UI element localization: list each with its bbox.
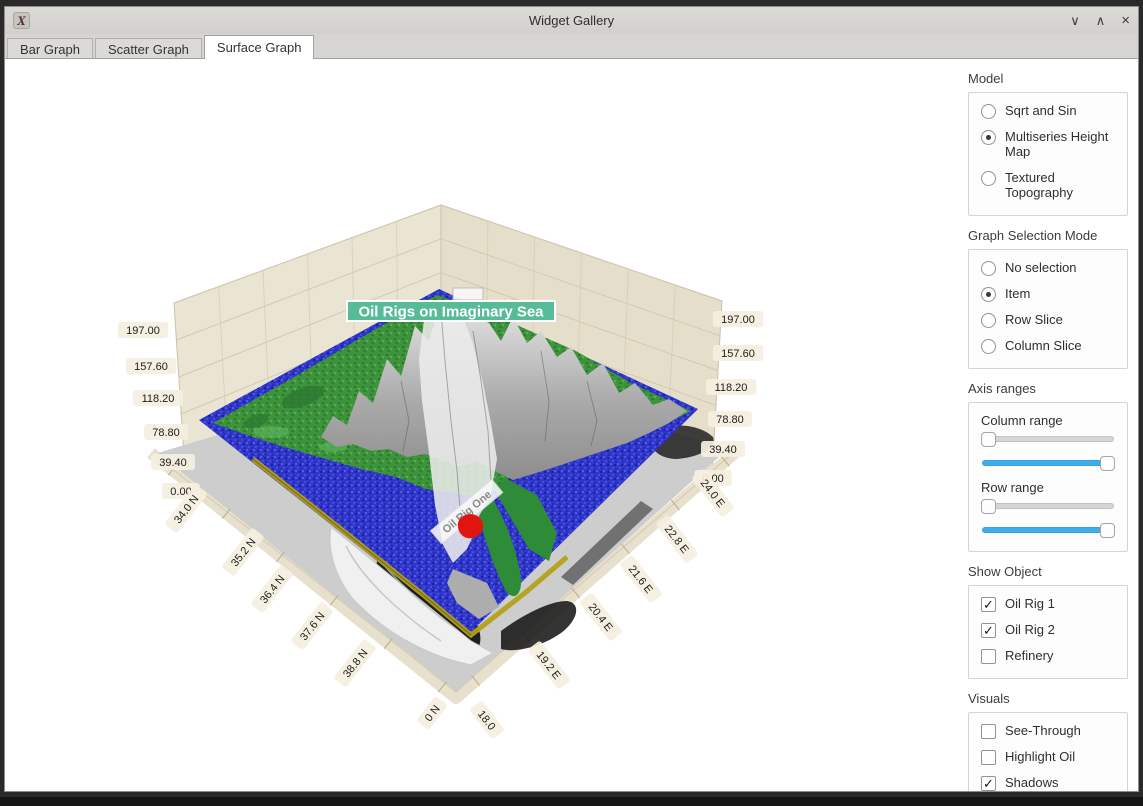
checkbox-oil-rig-2[interactable]: ✓ Oil Rig 2 bbox=[981, 622, 1117, 638]
svg-text:39.40: 39.40 bbox=[159, 457, 187, 469]
slider-handle[interactable] bbox=[1100, 456, 1115, 471]
slider-handle[interactable] bbox=[981, 432, 996, 447]
close-icon[interactable]: × bbox=[1121, 13, 1130, 28]
radio-row-slice[interactable]: Row Slice bbox=[981, 312, 1117, 328]
show-object-groupbox: ✓ Oil Rig 1 ✓ Oil Rig 2 Refinery bbox=[968, 585, 1128, 679]
svg-text:197.00: 197.00 bbox=[126, 325, 160, 337]
show-object-group-label: Show Object bbox=[968, 564, 1128, 579]
checkbox-icon-checked[interactable]: ✓ bbox=[981, 597, 996, 612]
value-axis-label: 78.80 bbox=[144, 424, 188, 440]
column-axis-label: 22.8 E bbox=[655, 514, 699, 564]
slider-handle[interactable] bbox=[981, 499, 996, 514]
checkbox-shadows[interactable]: ✓ Shadows bbox=[981, 775, 1117, 791]
column-range-label: Column range bbox=[981, 413, 1117, 428]
row-axis-label: 38.8 N bbox=[333, 638, 377, 688]
window-title: Widget Gallery bbox=[5, 13, 1138, 28]
svg-text:118.20: 118.20 bbox=[142, 393, 175, 405]
checkbox-oil-rig-1[interactable]: ✓ Oil Rig 1 bbox=[981, 596, 1117, 612]
value-axis-label: 157.60 bbox=[126, 358, 176, 374]
checkbox-icon[interactable] bbox=[981, 649, 996, 664]
maximize-icon[interactable]: ∧ bbox=[1096, 14, 1106, 27]
visuals-groupbox: See-Through Highlight Oil ✓ Shadows bbox=[968, 712, 1128, 791]
visuals-group-label: Visuals bbox=[968, 691, 1128, 706]
column-axis-label: 18.0 bbox=[469, 700, 505, 739]
svg-text:157.60: 157.60 bbox=[721, 348, 755, 360]
column-axis-label: 21.6 E bbox=[619, 554, 663, 604]
slider-track[interactable] bbox=[982, 460, 1114, 466]
svg-text:39.40: 39.40 bbox=[709, 444, 737, 456]
column-axis-label: 20.4 E bbox=[579, 592, 623, 642]
checkbox-icon-checked[interactable]: ✓ bbox=[981, 776, 996, 791]
controls-sidebar: Model Sqrt and Sin Multiseries Height Ma… bbox=[966, 59, 1138, 791]
row-axis-label: 36.4 N bbox=[250, 564, 294, 614]
checkbox-icon[interactable] bbox=[981, 750, 996, 765]
radio-icon-selected[interactable] bbox=[981, 130, 996, 145]
axis-ranges-group-label: Axis ranges bbox=[968, 381, 1128, 396]
radio-icon[interactable] bbox=[981, 171, 996, 186]
row-axis-label: 0 N bbox=[416, 696, 448, 730]
radio-icon-selected[interactable] bbox=[981, 287, 996, 302]
model-groupbox: Sqrt and Sin Multiseries Height Map Text… bbox=[968, 92, 1128, 216]
slider-track[interactable] bbox=[982, 527, 1114, 533]
radio-icon[interactable] bbox=[981, 104, 996, 119]
radio-item[interactable]: Item bbox=[981, 286, 1117, 302]
checkbox-refinery[interactable]: Refinery bbox=[981, 648, 1117, 664]
column-axis-label: 19.2 E bbox=[527, 640, 571, 690]
value-axis-label: 197.00 bbox=[713, 311, 763, 327]
value-axis-label: 118.20 bbox=[133, 390, 183, 406]
value-axis-label: 78.80 bbox=[708, 411, 752, 427]
graph-title-text: Oil Rigs on Imaginary Sea bbox=[358, 304, 544, 321]
radio-icon[interactable] bbox=[981, 339, 996, 354]
graph-title: Oil Rigs on Imaginary Sea bbox=[347, 301, 555, 321]
hidden-label-fragment bbox=[453, 288, 483, 300]
tab-content: Oil Rigs on Imaginary Sea Oil Rig One 19… bbox=[5, 59, 1138, 791]
value-axis-label: 157.60 bbox=[713, 345, 763, 361]
desktop-edge bbox=[0, 797, 1143, 806]
svg-text:157.60: 157.60 bbox=[134, 361, 168, 373]
row-axis-label: 35.2 N bbox=[221, 527, 265, 577]
row-range-label: Row range bbox=[981, 480, 1117, 495]
svg-text:78.80: 78.80 bbox=[152, 427, 180, 439]
slider-handle[interactable] bbox=[1100, 523, 1115, 538]
radio-icon[interactable] bbox=[981, 313, 996, 328]
app-window: X Widget Gallery ∨ ∧ × Bar Graph Scatter… bbox=[4, 6, 1139, 792]
row-range-min-slider[interactable] bbox=[981, 499, 1115, 514]
surface-plot[interactable]: Oil Rigs on Imaginary Sea Oil Rig One 19… bbox=[5, 59, 966, 791]
row-range-max-slider[interactable] bbox=[981, 523, 1115, 538]
radio-sqrt-and-sin[interactable]: Sqrt and Sin bbox=[981, 103, 1117, 119]
svg-text:197.00: 197.00 bbox=[721, 314, 755, 326]
column-range-max-slider[interactable] bbox=[981, 456, 1115, 471]
checkbox-see-through[interactable]: See-Through bbox=[981, 723, 1117, 739]
tab-scatter-graph[interactable]: Scatter Graph bbox=[95, 38, 202, 59]
slider-track[interactable] bbox=[982, 436, 1114, 442]
value-axis-label: 39.40 bbox=[151, 454, 195, 470]
slider-track[interactable] bbox=[982, 503, 1114, 509]
value-axis-label: 39.40 bbox=[701, 441, 745, 457]
value-axis-label: 118.20 bbox=[706, 379, 756, 395]
value-axis-label: 197.00 bbox=[118, 322, 168, 338]
tab-surface-graph[interactable]: Surface Graph bbox=[204, 35, 315, 59]
axis-ranges-groupbox: Column range Row range bbox=[968, 402, 1128, 552]
svg-text:118.20: 118.20 bbox=[715, 382, 748, 394]
row-axis-label: 37.6 N bbox=[290, 601, 334, 651]
selection-mode-group-label: Graph Selection Mode bbox=[968, 228, 1128, 243]
radio-textured-topography[interactable]: Textured Topography bbox=[981, 170, 1117, 201]
checkbox-icon[interactable] bbox=[981, 724, 996, 739]
model-group-label: Model bbox=[968, 71, 1128, 86]
column-range-min-slider[interactable] bbox=[981, 432, 1115, 447]
tab-bar: Bar Graph Scatter Graph Surface Graph bbox=[5, 34, 1138, 59]
radio-no-selection[interactable]: No selection bbox=[981, 260, 1117, 276]
titlebar[interactable]: X Widget Gallery ∨ ∧ × bbox=[5, 7, 1138, 34]
checkbox-icon-checked[interactable]: ✓ bbox=[981, 623, 996, 638]
minimize-icon[interactable]: ∨ bbox=[1070, 14, 1080, 27]
radio-multiseries-height-map[interactable]: Multiseries Height Map bbox=[981, 129, 1117, 160]
checkbox-highlight-oil[interactable]: Highlight Oil bbox=[981, 749, 1117, 765]
app-icon: X bbox=[13, 12, 30, 29]
radio-column-slice[interactable]: Column Slice bbox=[981, 338, 1117, 354]
tab-bar-graph[interactable]: Bar Graph bbox=[7, 38, 93, 59]
selection-mode-groupbox: No selection Item Row Slice Column Slice bbox=[968, 249, 1128, 369]
svg-text:78.80: 78.80 bbox=[716, 414, 744, 426]
radio-icon[interactable] bbox=[981, 261, 996, 276]
